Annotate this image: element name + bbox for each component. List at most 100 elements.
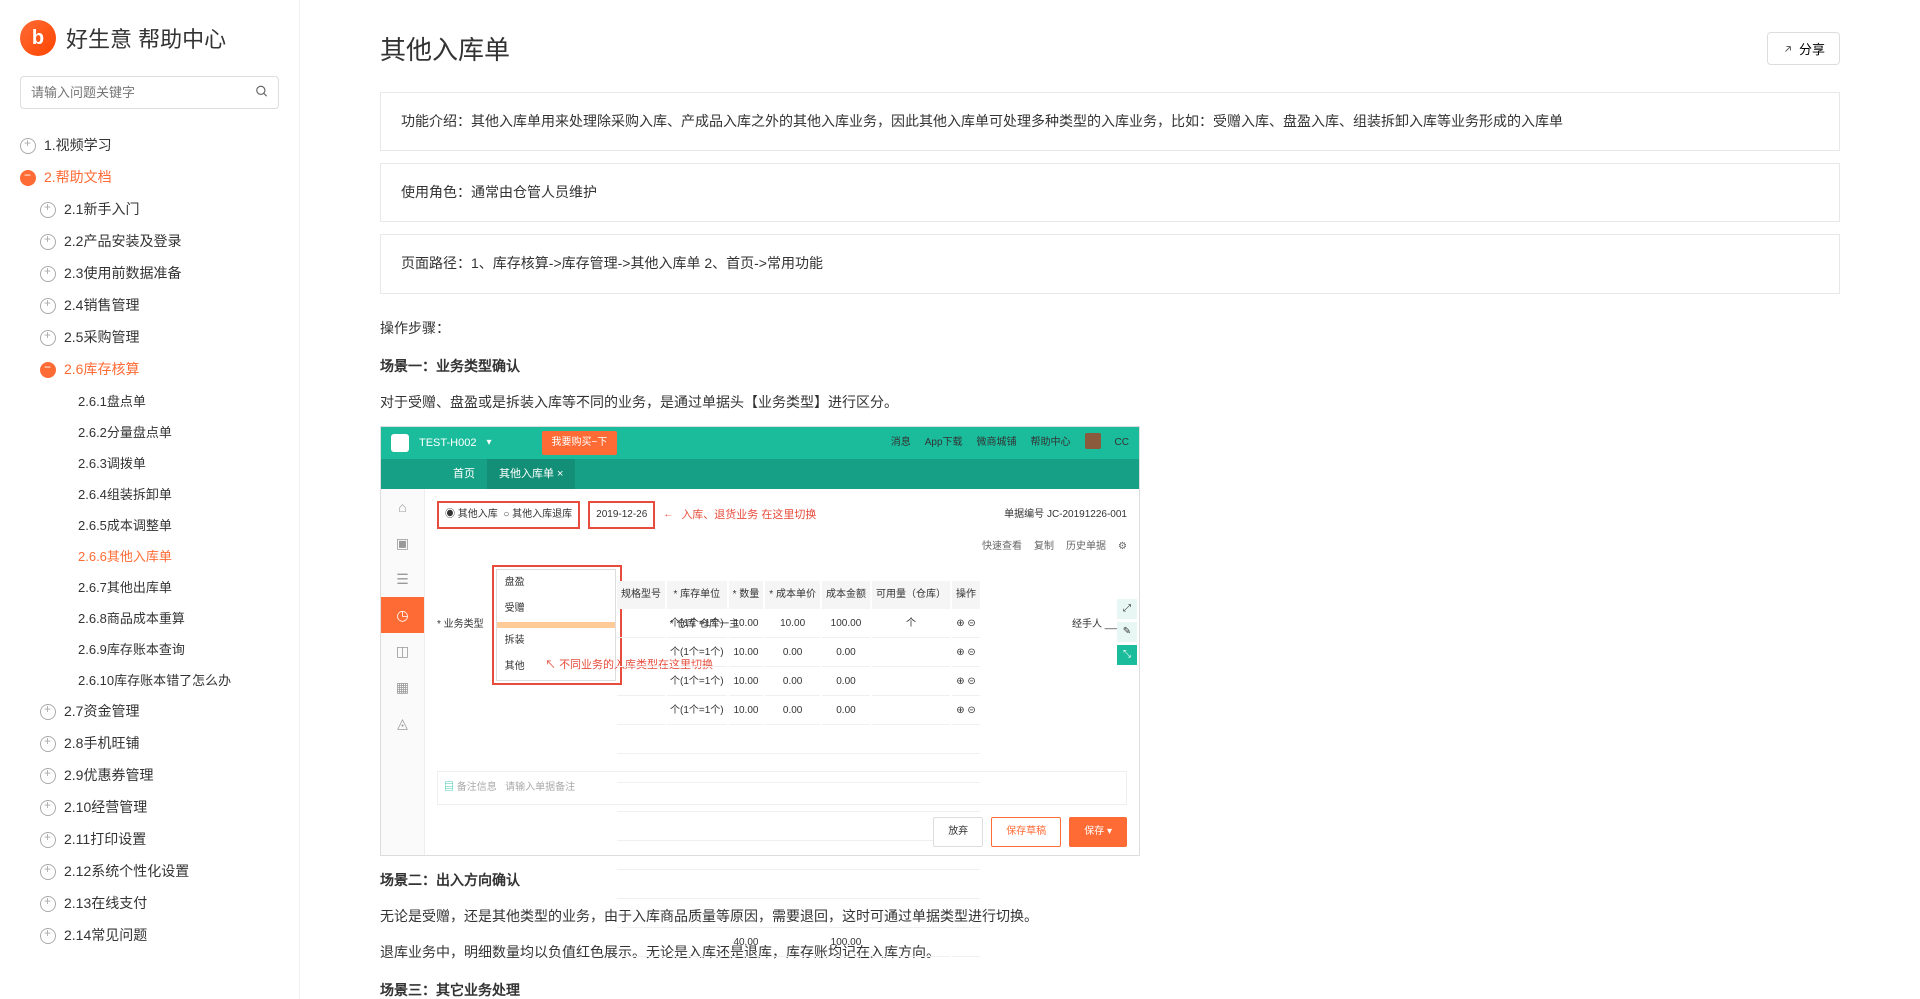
content-area: 操作步骤： 场景一：业务类型确认 对于受赠、盘盈或是拆装入库等不同的业务，是通过… <box>380 314 1840 999</box>
ss-table: 规格型号 * 库存单位 * 数量 * 成本单价 成本金额 可用量（仓库） 操作 … <box>615 579 982 959</box>
tool-icon: ⤢ <box>1117 599 1137 619</box>
search-input[interactable] <box>20 76 279 109</box>
nav-item-2-6-3[interactable]: 2.6.3调拨单 <box>20 447 279 478</box>
plus-icon <box>40 297 56 313</box>
plus-icon <box>40 329 56 345</box>
ss-inner-sidebar: ⌂ ▣ ☰ ◷ ◫ ▦ ◬ <box>381 489 425 855</box>
nav-item-2-9[interactable]: 2.9优惠券管理 <box>20 759 279 791</box>
ss-save-button: 保存 ▾ <box>1069 817 1127 847</box>
sidebar: b 好生意 帮助中心 1.视频学习 2.帮助文档 2.1新手入门 2.2产品安装… <box>0 0 300 999</box>
clock-icon: ◷ <box>381 597 424 633</box>
page-title: 其他入库单 <box>380 30 510 67</box>
plus-icon <box>40 799 56 815</box>
search-box <box>20 76 279 109</box>
embedded-screenshot: TEST-H002 ▾ 我要购买~下 消息 App下载 微商城铺 帮助中心 CC… <box>380 426 1140 856</box>
ss-discard-button: 放弃 <box>933 817 983 847</box>
logo-icon: b <box>20 20 56 56</box>
nav-item-2-6-5[interactable]: 2.6.5成本调整单 <box>20 509 279 540</box>
brand-title: 好生意 帮助中心 <box>66 22 226 54</box>
chart-icon: ◬ <box>381 705 424 741</box>
nav-item-docs[interactable]: 2.帮助文档 <box>20 161 279 193</box>
list-icon: ☰ <box>381 561 424 597</box>
plus-icon <box>40 735 56 751</box>
cube-icon: ▣ <box>381 525 424 561</box>
ss-date: 2019-12-26 <box>588 501 655 529</box>
plus-icon <box>40 703 56 719</box>
ss-right-rail: ⤢ ✎ ⤡ <box>1117 599 1139 668</box>
nav-item-2-6-10[interactable]: 2.6.10库存账本错了怎么办 <box>20 664 279 695</box>
home-icon: ⌂ <box>381 489 424 525</box>
ss-tab-home: 首页 <box>441 459 487 489</box>
nav-item-2-3[interactable]: 2.3使用前数据准备 <box>20 257 279 289</box>
nav-item-2-8[interactable]: 2.8手机旺铺 <box>20 727 279 759</box>
role-block: 使用角色：通常由仓管人员维护 <box>380 163 1840 222</box>
nav-item-2-6-9[interactable]: 2.6.9库存账本查询 <box>20 633 279 664</box>
ss-header: TEST-H002 ▾ 我要购买~下 消息 App下载 微商城铺 帮助中心 CC <box>381 427 1139 459</box>
share-button[interactable]: 分享 <box>1767 32 1840 65</box>
plus-icon <box>40 767 56 783</box>
plus-icon <box>40 831 56 847</box>
minus-icon <box>40 361 56 377</box>
arrow-icon: ↖ <box>545 659 556 671</box>
ss-draft-button: 保存草稿 <box>991 817 1061 847</box>
main-content: 其他入库单 分享 功能介绍：其他入库单用来处理除采购入库、产成品入库之外的其他入… <box>300 0 1920 999</box>
wallet-icon: ◫ <box>381 633 424 669</box>
ss-tab-current: 其他入库单 × <box>487 459 575 489</box>
role-text: 通常由仓管人员维护 <box>471 184 597 200</box>
brand-logo: b 好生意 帮助中心 <box>20 20 279 56</box>
nav-item-video[interactable]: 1.视频学习 <box>20 129 279 161</box>
scene2-text2: 退库业务中，明细数量均以负值红色展示。无论是入库还是退库，库存账均记在入库方向。 <box>380 938 1840 966</box>
intro-text: 其他入库单用来处理除采购入库、产成品入库之外的其他入库业务，因此其他入库单可处理… <box>471 113 1563 129</box>
path-block: 页面路径：1、库存核算->库存管理->其他入库单 2、首页->常用功能 <box>380 234 1840 293</box>
nav-item-2-6-4[interactable]: 2.6.4组装拆卸单 <box>20 478 279 509</box>
avatar-icon <box>1085 433 1101 449</box>
nav-item-2-6[interactable]: 2.6库存核算 <box>20 353 279 385</box>
nav-item-2-14[interactable]: 2.14常见问题 <box>20 919 279 951</box>
ss-header-right: 消息 App下载 微商城铺 帮助中心 CC <box>891 433 1129 453</box>
arrow-icon: ← <box>663 505 673 525</box>
plus-icon <box>20 137 36 153</box>
minus-icon <box>20 169 36 185</box>
scene1-title: 场景一：业务类型确认 <box>380 352 1840 380</box>
ss-annotation-1: 入库、退货业务 在这里切换 <box>681 504 816 526</box>
nav-item-2-6-6[interactable]: 2.6.6其他入库单 <box>20 540 279 571</box>
nav-item-2-1[interactable]: 2.1新手入门 <box>20 193 279 225</box>
ss-radio-group: ◉ 其他入库 ○ 其他入库退库 <box>437 501 580 529</box>
tool-icon: ⤡ <box>1117 645 1137 665</box>
plus-icon <box>40 201 56 217</box>
nav-item-2-12[interactable]: 2.12系统个性化设置 <box>20 855 279 887</box>
role-label: 使用角色： <box>401 184 471 200</box>
share-icon <box>1782 43 1794 55</box>
nav-item-2-7[interactable]: 2.7资金管理 <box>20 695 279 727</box>
ss-buy-button: 我要购买~下 <box>542 431 618 455</box>
path-label: 页面路径： <box>401 255 471 271</box>
scene1-text: 对于受赠、盘盈或是拆装入库等不同的业务，是通过单据头【业务类型】进行区分。 <box>380 388 1840 416</box>
tool-icon: ✎ <box>1117 622 1137 642</box>
nav-item-2-6-1[interactable]: 2.6.1盘点单 <box>20 385 279 416</box>
steps-label: 操作步骤： <box>380 314 1840 342</box>
plus-icon <box>40 927 56 943</box>
note-icon: ▤ <box>444 782 454 793</box>
nav-item-2-6-7[interactable]: 2.6.7其他出库单 <box>20 571 279 602</box>
cart-icon: ▦ <box>381 669 424 705</box>
nav-item-2-11[interactable]: 2.11打印设置 <box>20 823 279 855</box>
search-icon[interactable] <box>255 84 269 101</box>
plus-icon <box>40 863 56 879</box>
nav-item-2-13[interactable]: 2.13在线支付 <box>20 887 279 919</box>
plus-icon <box>40 233 56 249</box>
scene2-text1: 无论是受赠，还是其他类型的业务，由于入库商品质量等原因，需要退回，这时可通过单据… <box>380 902 1840 930</box>
nav-item-2-6-2[interactable]: 2.6.2分量盘点单 <box>20 416 279 447</box>
nav-item-2-5[interactable]: 2.5采购管理 <box>20 321 279 353</box>
ss-tabs: 首页 其他入库单 × <box>381 459 1139 489</box>
nav-item-2-10[interactable]: 2.10经营管理 <box>20 791 279 823</box>
nav-item-2-2[interactable]: 2.2产品安装及登录 <box>20 225 279 257</box>
ss-org: TEST-H002 <box>419 432 476 454</box>
path-text: 1、库存核算->库存管理->其他入库单 2、首页->常用功能 <box>471 255 823 271</box>
scene2-title: 场景二：出入方向确认 <box>380 866 1840 894</box>
plus-icon <box>40 895 56 911</box>
nav-item-2-4[interactable]: 2.4销售管理 <box>20 289 279 321</box>
nav-item-2-6-8[interactable]: 2.6.8商品成本重算 <box>20 602 279 633</box>
ss-footer: 放弃 保存草稿 保存 ▾ <box>933 817 1127 847</box>
intro-label: 功能介绍： <box>401 113 471 129</box>
page-header: 其他入库单 分享 <box>380 30 1840 67</box>
